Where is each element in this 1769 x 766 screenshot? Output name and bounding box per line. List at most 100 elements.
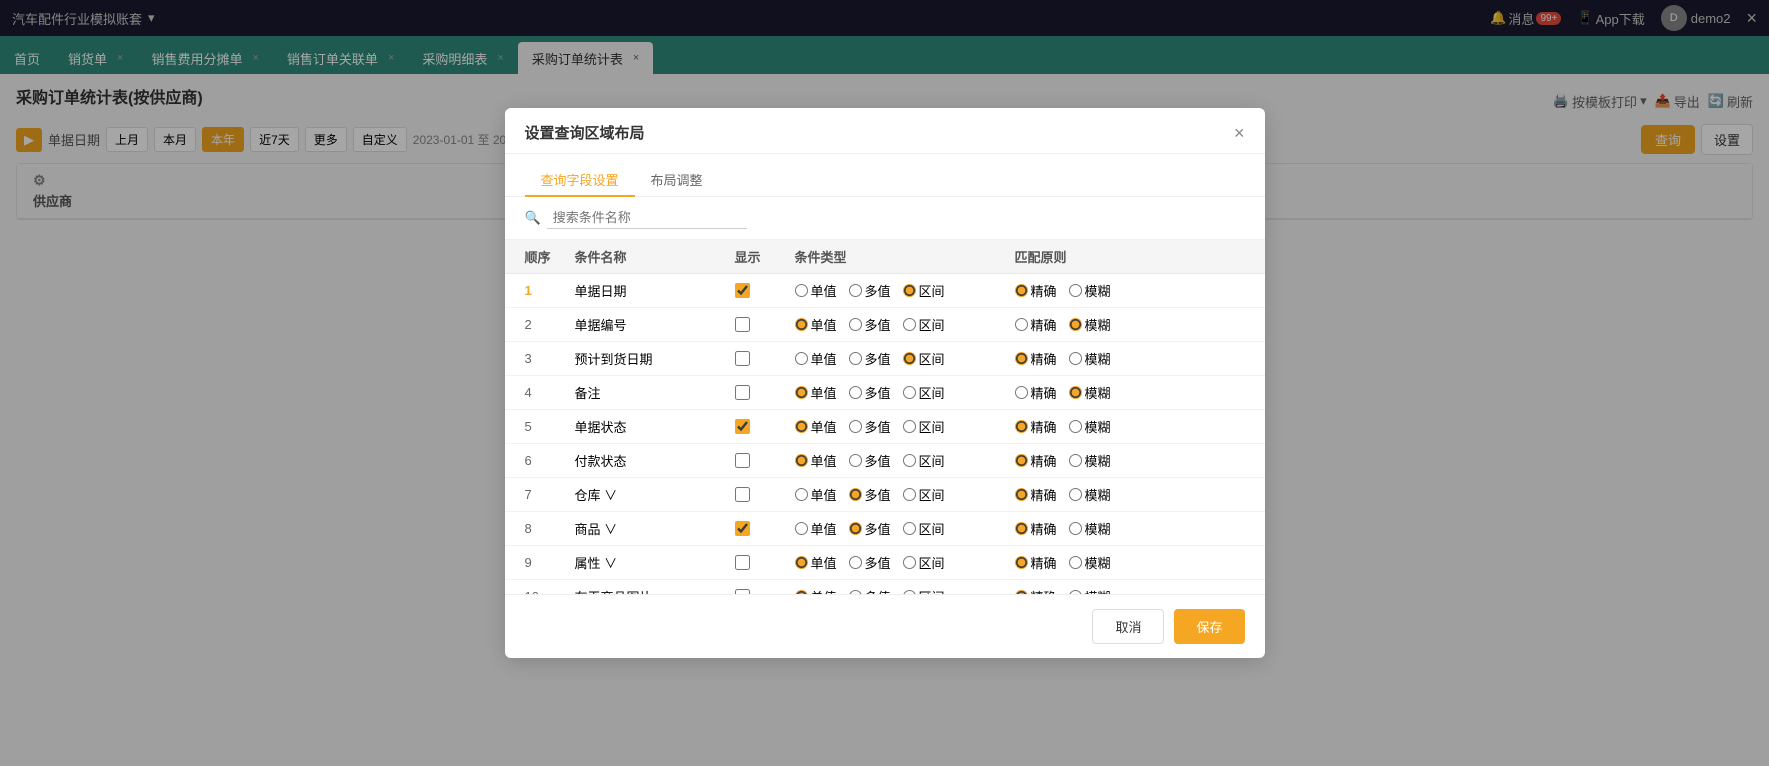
row-match: 精确 模糊 xyxy=(1015,417,1195,436)
type-range-opt[interactable]: 区间 xyxy=(903,349,945,368)
match-exact-opt[interactable]: 精确 xyxy=(1015,417,1057,436)
row-display[interactable] xyxy=(735,317,795,332)
type-multi-opt[interactable]: 多值 xyxy=(849,315,891,334)
dialog-table-header: 顺序 条件名称 显示 条件类型 匹配原则 xyxy=(505,240,1265,274)
match-fuzzy-opt[interactable]: 模糊 xyxy=(1069,383,1111,402)
dialog-tab-query-fields[interactable]: 查询字段设置 xyxy=(525,164,635,197)
row-display[interactable] xyxy=(735,555,795,570)
match-exact-opt[interactable]: 精确 xyxy=(1015,315,1057,334)
dialog-tab-layout[interactable]: 布局调整 xyxy=(635,164,719,197)
type-single-opt[interactable]: 单值 xyxy=(795,587,837,594)
match-exact-opt[interactable]: 精确 xyxy=(1015,349,1057,368)
row-name: 预计到货日期 xyxy=(575,349,735,368)
match-fuzzy-opt[interactable]: 模糊 xyxy=(1069,553,1111,572)
type-range-opt[interactable]: 区间 xyxy=(903,587,945,594)
type-multi-opt[interactable]: 多值 xyxy=(849,485,891,504)
type-single-opt[interactable]: 单值 xyxy=(795,383,837,402)
row-type: 单值 多值 区间 xyxy=(795,417,1015,436)
type-single-opt[interactable]: 单值 xyxy=(795,519,837,538)
type-single-opt[interactable]: 单值 xyxy=(795,553,837,572)
display-checkbox[interactable] xyxy=(735,521,750,536)
dialog-overlay: 设置查询区域布局 × 查询字段设置 布局调整 🔍 顺序 条件名称 显示 条件类型… xyxy=(0,0,1769,766)
row-num: 3 xyxy=(525,351,575,366)
row-display[interactable] xyxy=(735,419,795,434)
search-icon: 🔍 xyxy=(525,210,541,226)
display-checkbox[interactable] xyxy=(735,283,750,298)
match-exact-opt[interactable]: 精确 xyxy=(1015,281,1057,300)
dialog-tabs: 查询字段设置 布局调整 xyxy=(505,154,1265,197)
display-checkbox[interactable] xyxy=(735,487,750,502)
cancel-button[interactable]: 取消 xyxy=(1092,609,1164,644)
table-row: 7 仓库 ∨ 单值 多值 区间 xyxy=(505,478,1265,512)
row-name: 备注 xyxy=(575,383,735,402)
row-type: 单值 多值 区间 xyxy=(795,587,1015,594)
match-fuzzy-opt[interactable]: 模糊 xyxy=(1069,451,1111,470)
match-exact-opt[interactable]: 精确 xyxy=(1015,485,1057,504)
type-range-opt[interactable]: 区间 xyxy=(903,553,945,572)
match-fuzzy-opt[interactable]: 模糊 xyxy=(1069,281,1111,300)
type-single-opt[interactable]: 单值 xyxy=(795,349,837,368)
match-fuzzy-opt[interactable]: 模糊 xyxy=(1069,349,1111,368)
row-display[interactable] xyxy=(735,351,795,366)
type-multi-opt[interactable]: 多值 xyxy=(849,519,891,538)
type-multi-opt[interactable]: 多值 xyxy=(849,451,891,470)
match-exact-opt[interactable]: 精确 xyxy=(1015,519,1057,538)
type-multi-opt[interactable]: 多值 xyxy=(849,349,891,368)
match-fuzzy-opt[interactable]: 模糊 xyxy=(1069,417,1111,436)
display-checkbox[interactable] xyxy=(735,317,750,332)
row-display[interactable] xyxy=(735,521,795,536)
display-checkbox[interactable] xyxy=(735,555,750,570)
match-exact-opt[interactable]: 精确 xyxy=(1015,553,1057,572)
table-row: 6 付款状态 单值 多值 区间 xyxy=(505,444,1265,478)
match-fuzzy-opt[interactable]: 模糊 xyxy=(1069,587,1111,594)
row-display[interactable] xyxy=(735,453,795,468)
display-checkbox[interactable] xyxy=(735,385,750,400)
save-button[interactable]: 保存 xyxy=(1174,609,1244,644)
type-multi-opt[interactable]: 多值 xyxy=(849,587,891,594)
row-match: 精确 模糊 xyxy=(1015,451,1195,470)
type-single-opt[interactable]: 单值 xyxy=(795,417,837,436)
type-single-opt[interactable]: 单值 xyxy=(795,281,837,300)
type-multi-opt[interactable]: 多值 xyxy=(849,417,891,436)
row-display[interactable] xyxy=(735,487,795,502)
type-range-opt[interactable]: 区间 xyxy=(903,383,945,402)
th-match: 匹配原则 xyxy=(1015,247,1195,266)
type-single-opt[interactable]: 单值 xyxy=(795,315,837,334)
row-display[interactable] xyxy=(735,385,795,400)
type-range-opt[interactable]: 区间 xyxy=(903,417,945,436)
match-exact-opt[interactable]: 精确 xyxy=(1015,383,1057,402)
type-multi-opt[interactable]: 多值 xyxy=(849,383,891,402)
dialog-title: 设置查询区域布局 xyxy=(525,122,645,143)
row-num: 6 xyxy=(525,453,575,468)
match-fuzzy-opt[interactable]: 模糊 xyxy=(1069,485,1111,504)
row-type: 单值 多值 区间 xyxy=(795,519,1015,538)
type-range-opt[interactable]: 区间 xyxy=(903,315,945,334)
match-fuzzy-opt[interactable]: 模糊 xyxy=(1069,519,1111,538)
match-exact-opt[interactable]: 精确 xyxy=(1015,587,1057,594)
type-multi-opt[interactable]: 多值 xyxy=(849,281,891,300)
type-single-opt[interactable]: 单值 xyxy=(795,485,837,504)
row-match: 精确 模糊 xyxy=(1015,485,1195,504)
search-input[interactable] xyxy=(547,207,747,229)
row-type: 单值 多值 区间 xyxy=(795,383,1015,402)
row-type: 单值 多值 区间 xyxy=(795,281,1015,300)
display-checkbox[interactable] xyxy=(735,453,750,468)
match-fuzzy-opt[interactable]: 模糊 xyxy=(1069,315,1111,334)
settings-dialog: 设置查询区域布局 × 查询字段设置 布局调整 🔍 顺序 条件名称 显示 条件类型… xyxy=(505,108,1265,658)
display-checkbox[interactable] xyxy=(735,351,750,366)
dialog-close-button[interactable]: × xyxy=(1234,124,1245,142)
match-exact-opt[interactable]: 精确 xyxy=(1015,451,1057,470)
row-name: 单据状态 xyxy=(575,417,735,436)
type-range-opt[interactable]: 区间 xyxy=(903,281,945,300)
type-range-opt[interactable]: 区间 xyxy=(903,451,945,470)
type-multi-opt[interactable]: 多值 xyxy=(849,553,891,572)
row-num: 8 xyxy=(525,521,575,536)
row-display[interactable] xyxy=(735,283,795,298)
type-range-opt[interactable]: 区间 xyxy=(903,485,945,504)
type-single-opt[interactable]: 单值 xyxy=(795,451,837,470)
row-type: 单值 多值 区间 xyxy=(795,451,1015,470)
display-checkbox[interactable] xyxy=(735,419,750,434)
row-num: 1 xyxy=(525,283,575,298)
type-range-opt[interactable]: 区间 xyxy=(903,519,945,538)
row-name: 商品 ∨ xyxy=(575,519,735,538)
